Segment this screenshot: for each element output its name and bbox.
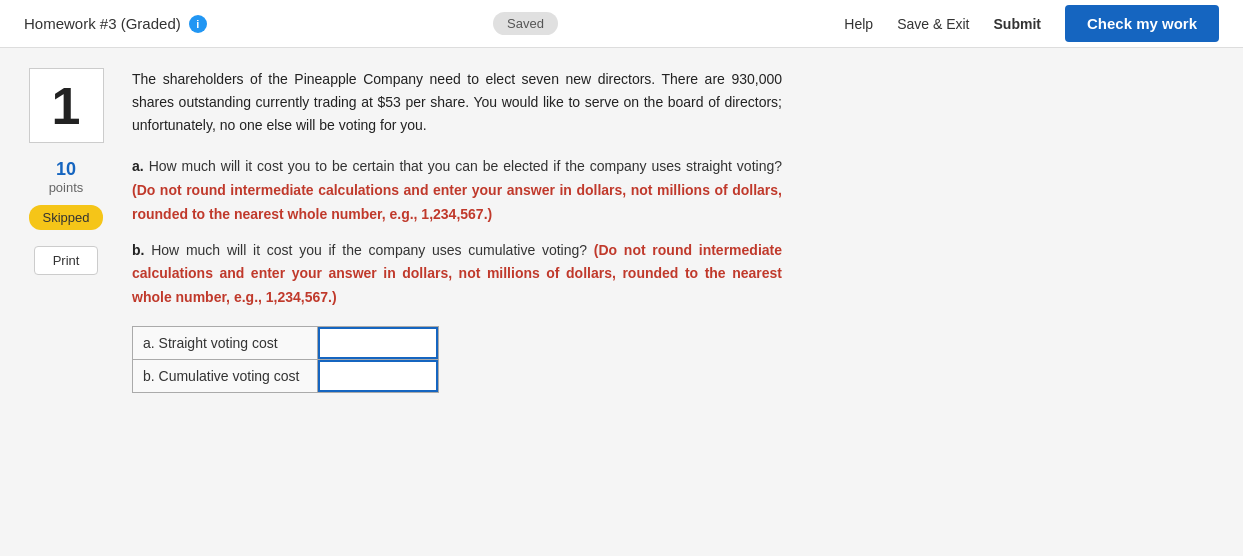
header-right: Help Save & Exit Submit Check my work (844, 5, 1219, 42)
check-work-button[interactable]: Check my work (1065, 5, 1219, 42)
row-a-input-cell (318, 327, 439, 360)
submit-link[interactable]: Submit (994, 16, 1041, 32)
skipped-badge: Skipped (29, 205, 104, 230)
sub-b-text: How much will it cost you if the company… (151, 242, 587, 258)
question-number-box: 1 (29, 68, 104, 143)
question-body: The shareholders of the Pineapple Compan… (132, 68, 782, 137)
page-header: Homework #3 (Graded) i Saved Help Save &… (0, 0, 1243, 48)
header-left: Homework #3 (Graded) i (24, 15, 207, 33)
table-row: b. Cumulative voting cost (133, 360, 439, 393)
saved-badge: Saved (493, 12, 558, 35)
row-a-label: a. Straight voting cost (133, 327, 318, 360)
straight-voting-input[interactable] (318, 327, 438, 359)
left-sidebar: 1 10 points Skipped Print (24, 68, 124, 393)
sub-b-label: b. (132, 242, 144, 258)
main-content: 1 10 points Skipped Print The shareholde… (0, 48, 1243, 413)
points-label: points (49, 180, 84, 195)
sub-a-text: How much will it cost you to be certain … (149, 158, 782, 174)
content-area: The shareholders of the Pineapple Compan… (124, 68, 1219, 393)
sub-a-label: a. (132, 158, 144, 174)
cumulative-voting-input[interactable] (318, 360, 438, 392)
page-title: Homework #3 (Graded) (24, 15, 181, 32)
sub-question-b: b. How much will it cost you if the comp… (132, 239, 782, 310)
row-b-input-cell (318, 360, 439, 393)
question-number: 1 (52, 80, 81, 132)
help-link[interactable]: Help (844, 16, 873, 32)
sub-a-instruction: (Do not round intermediate calculations … (132, 182, 782, 222)
info-icon[interactable]: i (189, 15, 207, 33)
save-exit-link[interactable]: Save & Exit (897, 16, 969, 32)
sub-question-a: a. How much will it cost you to be certa… (132, 155, 782, 226)
answer-table: a. Straight voting cost b. Cumulative vo… (132, 326, 439, 393)
row-b-label: b. Cumulative voting cost (133, 360, 318, 393)
table-row: a. Straight voting cost (133, 327, 439, 360)
print-button[interactable]: Print (34, 246, 99, 275)
points-value: 10 (56, 159, 76, 180)
